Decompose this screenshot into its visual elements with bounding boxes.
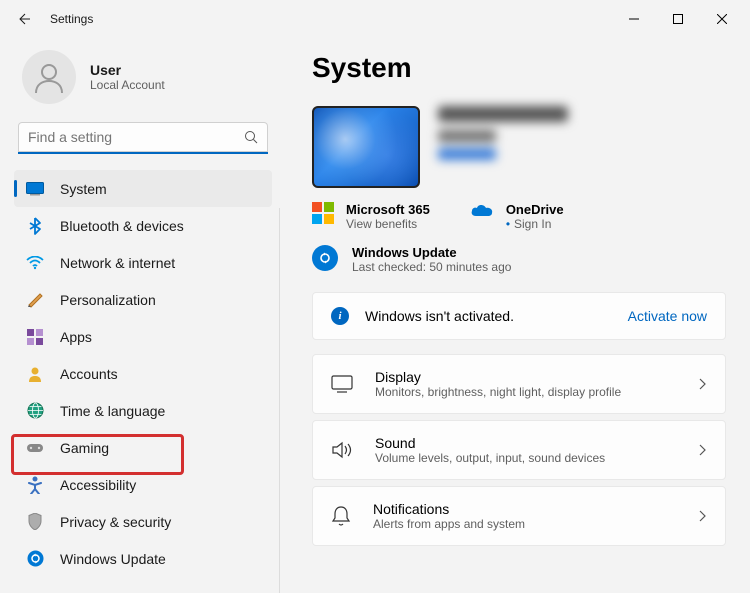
sidebar-item-label: Apps (60, 329, 92, 345)
search-icon (244, 130, 258, 144)
page-title: System (312, 52, 726, 84)
onedrive-icon (470, 202, 494, 218)
chevron-right-icon (699, 378, 707, 390)
avatar (22, 50, 76, 104)
search-box[interactable] (18, 122, 268, 154)
sidebar-item-label: System (60, 181, 107, 197)
minimize-button[interactable] (612, 4, 656, 34)
microsoft-365-tile[interactable]: Microsoft 365 View benefits (312, 202, 430, 231)
setting-item-notifications[interactable]: Notifications Alerts from apps and syste… (312, 486, 726, 546)
arrow-left-icon (15, 11, 31, 27)
setting-title: Sound (375, 435, 677, 451)
sidebar-item-network[interactable]: Network & internet (14, 244, 272, 281)
info-icon: i (331, 307, 349, 325)
service-title: Microsoft 365 (346, 202, 430, 217)
sidebar-item-apps[interactable]: Apps (14, 318, 272, 355)
system-icon (26, 180, 44, 198)
activation-status: Windows isn't activated. (365, 308, 612, 324)
sidebar-item-bluetooth[interactable]: Bluetooth & devices (14, 207, 272, 244)
sidebar-item-label: Windows Update (60, 551, 166, 567)
sidebar-item-label: Accessibility (60, 477, 136, 493)
maximize-icon (673, 14, 683, 24)
service-subtitle: Last checked: 50 minutes ago (352, 260, 511, 274)
user-name: User (90, 62, 165, 78)
sidebar-item-label: Bluetooth & devices (60, 218, 184, 234)
sidebar-item-windows-update[interactable]: Windows Update (14, 540, 272, 577)
sidebar-item-label: Personalization (60, 292, 156, 308)
setting-title: Notifications (373, 501, 677, 517)
bluetooth-icon (26, 217, 44, 235)
update-icon (26, 550, 44, 568)
sidebar-item-label: Time & language (60, 403, 165, 419)
sidebar-divider (279, 208, 280, 593)
setting-desc: Alerts from apps and system (373, 517, 677, 531)
service-title: Windows Update (352, 245, 511, 260)
service-subtitle: View benefits (346, 217, 430, 231)
person-icon (31, 59, 67, 95)
paintbrush-icon (26, 291, 44, 309)
sidebar-item-system[interactable]: System (14, 170, 272, 207)
user-account-type: Local Account (90, 78, 165, 92)
bell-icon (331, 505, 351, 527)
gaming-icon (26, 439, 44, 457)
setting-desc: Volume levels, output, input, sound devi… (375, 451, 677, 465)
sidebar-item-personalization[interactable]: Personalization (14, 281, 272, 318)
sidebar-item-gaming[interactable]: Gaming (14, 429, 272, 466)
display-icon (331, 375, 353, 393)
globe-icon (26, 402, 44, 420)
maximize-button[interactable] (656, 4, 700, 34)
microsoft-logo-icon (312, 202, 334, 224)
update-icon (312, 245, 338, 271)
setting-item-sound[interactable]: Sound Volume levels, output, input, soun… (312, 420, 726, 480)
sidebar-item-privacy[interactable]: Privacy & security (14, 503, 272, 540)
service-subtitle: Sign In (506, 217, 564, 231)
sidebar-item-accounts[interactable]: Accounts (14, 355, 272, 392)
activation-card: i Windows isn't activated. Activate now (312, 292, 726, 340)
accessibility-icon (26, 476, 44, 494)
back-button[interactable] (6, 2, 40, 36)
setting-item-display[interactable]: Display Monitors, brightness, night ligh… (312, 354, 726, 414)
device-wallpaper-preview (312, 106, 420, 188)
sidebar-item-label: Privacy & security (60, 514, 171, 530)
close-icon (717, 14, 727, 24)
minimize-icon (629, 14, 639, 24)
device-name-redacted (438, 106, 568, 160)
onedrive-tile[interactable]: OneDrive Sign In (470, 202, 564, 231)
window-title: Settings (50, 12, 93, 26)
sidebar-item-label: Accounts (60, 366, 118, 382)
sidebar-item-label: Network & internet (60, 255, 175, 271)
search-input[interactable] (28, 129, 244, 145)
close-button[interactable] (700, 4, 744, 34)
activate-now-link[interactable]: Activate now (628, 308, 707, 324)
accounts-icon (26, 365, 44, 383)
shield-icon (26, 513, 44, 531)
windows-update-tile[interactable]: Windows Update Last checked: 50 minutes … (312, 245, 726, 274)
chevron-right-icon (699, 444, 707, 456)
sidebar-item-label: Gaming (60, 440, 109, 456)
setting-title: Display (375, 369, 677, 385)
user-account-section[interactable]: User Local Account (14, 38, 272, 122)
sidebar-item-accessibility[interactable]: Accessibility (14, 466, 272, 503)
sound-icon (331, 440, 353, 460)
device-info[interactable] (312, 106, 726, 188)
sidebar-item-time-language[interactable]: Time & language (14, 392, 272, 429)
chevron-right-icon (699, 510, 707, 522)
wifi-icon (26, 254, 44, 272)
apps-icon (26, 328, 44, 346)
service-title: OneDrive (506, 202, 564, 217)
setting-desc: Monitors, brightness, night light, displ… (375, 385, 677, 399)
